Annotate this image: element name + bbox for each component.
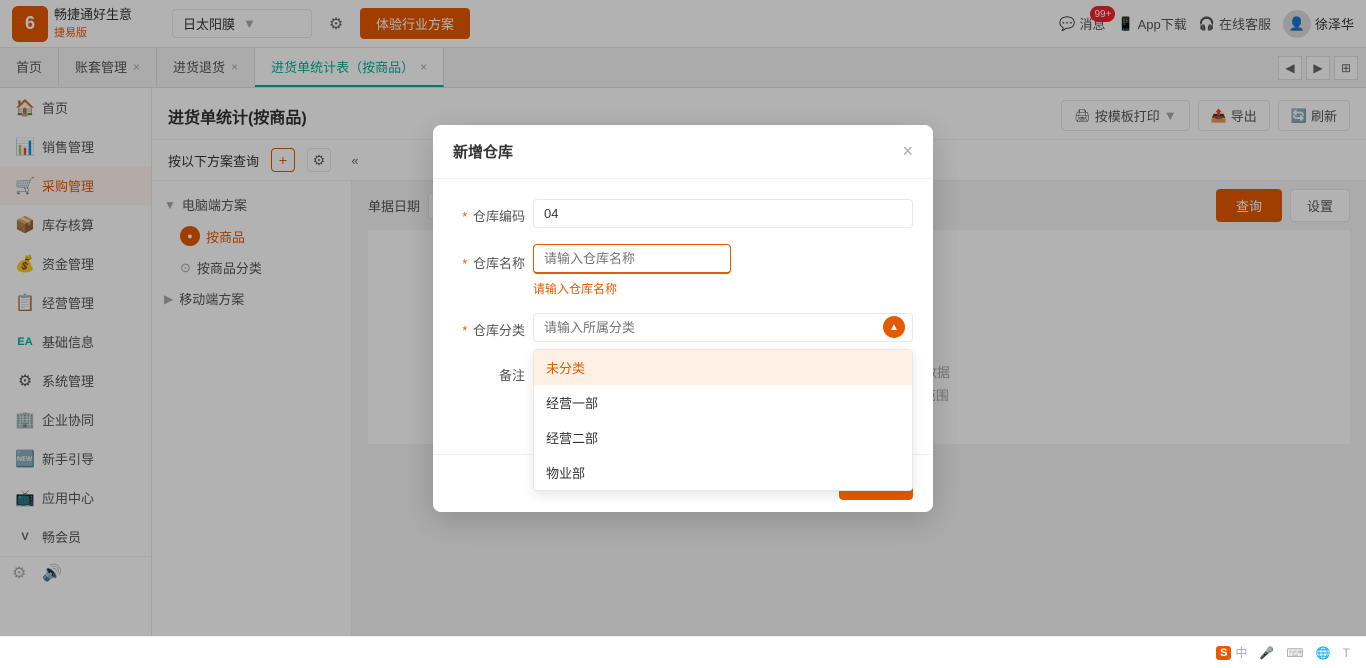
category-select-wrap: ▲ 未分类 经营一部 经营二部 物业部: [533, 313, 913, 342]
category-dropdown: 未分类 经营一部 经营二部 物业部: [533, 349, 913, 491]
statusbar-globe-icon[interactable]: 🌐: [1316, 646, 1331, 660]
required-star-cat: *: [462, 323, 467, 338]
warehouse-code-input[interactable]: [533, 199, 913, 228]
field-code: * 仓库编码: [453, 199, 913, 228]
required-star-name: *: [462, 256, 467, 271]
dropdown-item-dept1[interactable]: 经营一部: [534, 385, 912, 420]
warehouse-name-input[interactable]: [533, 244, 731, 274]
field-code-label: * 仓库编码: [453, 199, 533, 225]
category-select-input[interactable]: [533, 313, 913, 342]
statusbar-mic-icon[interactable]: 🎤: [1259, 646, 1274, 660]
required-star: *: [462, 209, 467, 224]
field-name: * 仓库名称 请输入仓库名称 请输入仓库名称: [453, 244, 913, 297]
name-error-text: 请输入仓库名称: [533, 280, 617, 297]
statusbar-s-icon[interactable]: S 中: [1216, 644, 1247, 661]
modal-overlay: 新增仓库 × * 仓库编码 * 仓库名称 请输入仓库: [0, 0, 1366, 636]
dropdown-item-unclassified[interactable]: 未分类: [534, 350, 912, 385]
category-dropdown-arrow[interactable]: ▲: [883, 316, 905, 338]
statusbar: S 中 🎤 ⌨ 🌐 T: [0, 636, 1366, 668]
dropdown-item-property[interactable]: 物业部: [534, 455, 912, 490]
dropdown-item-dept2[interactable]: 经营二部: [534, 420, 912, 455]
dialog-body: * 仓库编码 * 仓库名称 请输入仓库名称 请输入仓库名称: [433, 179, 933, 454]
statusbar-keyboard-icon[interactable]: ⌨: [1286, 646, 1303, 660]
statusbar-t-icon[interactable]: T: [1343, 646, 1350, 660]
dialog-add-warehouse: 新增仓库 × * 仓库编码 * 仓库名称 请输入仓库: [433, 125, 933, 512]
dialog-title: 新增仓库: [453, 141, 513, 162]
field-category-label: * 仓库分类: [453, 313, 533, 339]
field-note-label: 备注: [453, 358, 533, 384]
dialog-header: 新增仓库 ×: [433, 125, 933, 179]
dialog-close-button[interactable]: ×: [902, 141, 913, 162]
field-category: * 仓库分类 ▲ 未分类 经营一部 经营二部 物业部: [453, 313, 913, 342]
field-name-label: * 仓库名称: [453, 246, 533, 272]
